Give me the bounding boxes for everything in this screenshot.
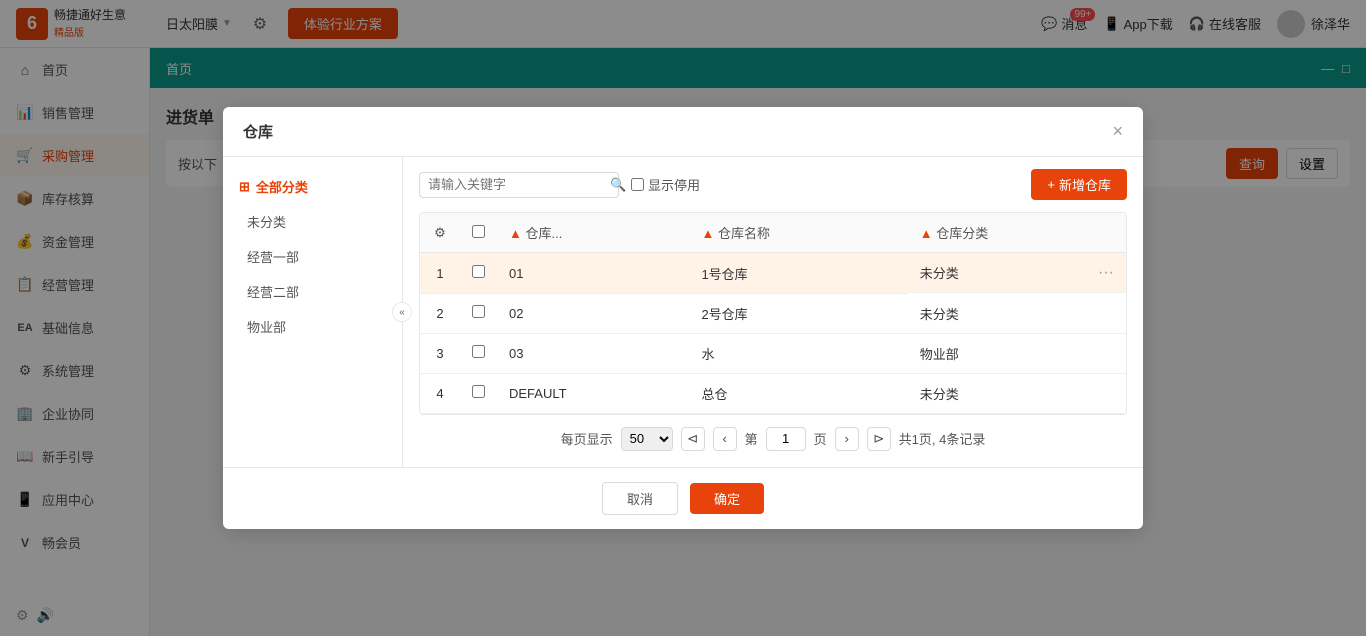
row-num: 3 bbox=[420, 333, 460, 373]
row-category: 未分类 bbox=[908, 373, 1126, 413]
right-toolbar: 🔍 显示停用 + 新增仓库 bbox=[419, 169, 1127, 200]
row-num: 2 bbox=[420, 293, 460, 333]
category-item-ops2[interactable]: 经营二部 bbox=[223, 274, 402, 309]
row-checkbox[interactable] bbox=[472, 385, 485, 398]
category-item-property[interactable]: 物业部 bbox=[223, 309, 402, 344]
all-categories-label: 全部分类 bbox=[256, 177, 308, 196]
page-unit: 页 bbox=[814, 429, 827, 448]
modal-close-button[interactable]: × bbox=[1112, 121, 1123, 142]
cancel-button[interactable]: 取消 bbox=[602, 482, 678, 515]
row-name: 2号仓库 bbox=[689, 293, 907, 333]
row-checkbox-cell bbox=[460, 253, 497, 294]
show-disabled-label[interactable]: 显示停用 bbox=[631, 175, 700, 194]
last-page-button[interactable]: ⊳ bbox=[867, 427, 891, 451]
row-name: 水 bbox=[689, 333, 907, 373]
category-item-unclassified[interactable]: 未分类 bbox=[223, 204, 402, 239]
checkbox-header bbox=[460, 213, 497, 253]
modal-header: 仓库 × bbox=[223, 107, 1143, 157]
row-checkbox[interactable] bbox=[472, 305, 485, 318]
row-name: 1号仓库 bbox=[689, 253, 907, 294]
row-checkbox[interactable] bbox=[472, 265, 485, 278]
search-input[interactable] bbox=[428, 177, 604, 192]
row-checkbox[interactable] bbox=[472, 345, 485, 358]
grid-icon: ⊞ bbox=[239, 179, 250, 195]
row-code: 01 bbox=[497, 253, 689, 294]
category-header: ▲ 仓库分类 bbox=[908, 213, 1126, 253]
warehouse-modal: 仓库 × ⊞ 全部分类 未分类 经营一部 经营二部 物业部 « bbox=[223, 107, 1143, 529]
row-code: DEFAULT bbox=[497, 373, 689, 413]
new-warehouse-button[interactable]: + 新增仓库 bbox=[1031, 169, 1127, 200]
category-panel: ⊞ 全部分类 未分类 经营一部 经营二部 物业部 « bbox=[223, 157, 403, 467]
confirm-button[interactable]: 确定 bbox=[690, 483, 764, 514]
all-categories-item[interactable]: ⊞ 全部分类 bbox=[223, 169, 402, 204]
row-code: 02 bbox=[497, 293, 689, 333]
first-page-button[interactable]: ⊲ bbox=[681, 427, 705, 451]
warehouse-list-panel: 🔍 显示停用 + 新增仓库 bbox=[403, 157, 1143, 467]
row-checkbox-cell bbox=[460, 293, 497, 333]
sort-icon: ▲ bbox=[509, 226, 522, 241]
warehouse-table: ⚙ ▲ 仓库... ▲ 仓库名称 ▲ 仓库分类 1 01 bbox=[419, 212, 1127, 415]
row-name: 总仓 bbox=[689, 373, 907, 413]
code-header: ▲ 仓库... bbox=[497, 213, 689, 253]
row-category: 物业部 bbox=[908, 333, 1126, 373]
plus-icon: + bbox=[1047, 177, 1055, 192]
row-num: 4 bbox=[420, 373, 460, 413]
select-all-checkbox[interactable] bbox=[472, 225, 485, 238]
page-input[interactable] bbox=[766, 427, 806, 451]
row-category: 未分类 bbox=[908, 293, 1126, 333]
show-disabled-checkbox[interactable] bbox=[631, 178, 644, 191]
table-row[interactable]: 4 DEFAULT 总仓 未分类 bbox=[420, 373, 1126, 413]
per-page-label: 每页显示 bbox=[561, 429, 613, 448]
row-checkbox-cell bbox=[460, 373, 497, 413]
total-label: 共1页, 4条记录 bbox=[899, 429, 986, 448]
modal-footer: 取消 确定 bbox=[223, 467, 1143, 529]
sort-icon-cat: ▲ bbox=[920, 226, 933, 241]
row-num: 1 bbox=[420, 253, 460, 294]
next-page-button[interactable]: › bbox=[835, 427, 859, 451]
sort-icon-name: ▲ bbox=[701, 226, 714, 241]
table-row[interactable]: 2 02 2号仓库 未分类 bbox=[420, 293, 1126, 333]
row-more-icon[interactable]: ··· bbox=[1098, 264, 1114, 282]
gear-icon: ⚙ bbox=[434, 225, 446, 240]
new-warehouse-label: 新增仓库 bbox=[1059, 175, 1111, 194]
modal-body: ⊞ 全部分类 未分类 经营一部 经营二部 物业部 « 🔍 bbox=[223, 157, 1143, 467]
search-icon[interactable]: 🔍 bbox=[610, 177, 626, 193]
gear-header: ⚙ bbox=[420, 213, 460, 253]
search-box: 🔍 bbox=[419, 172, 619, 198]
row-code: 03 bbox=[497, 333, 689, 373]
table-row[interactable]: 1 01 1号仓库 未分类 ··· bbox=[420, 253, 1126, 294]
page-label: 第 bbox=[745, 429, 758, 448]
show-disabled-text: 显示停用 bbox=[648, 175, 700, 194]
table-row[interactable]: 3 03 水 物业部 bbox=[420, 333, 1126, 373]
category-item-ops1[interactable]: 经营一部 bbox=[223, 239, 402, 274]
modal-title: 仓库 bbox=[243, 121, 273, 142]
per-page-select[interactable]: 50 100 200 bbox=[621, 427, 673, 451]
row-category: 未分类 ··· bbox=[908, 253, 1126, 293]
prev-page-button[interactable]: ‹ bbox=[713, 427, 737, 451]
pagination: 每页显示 50 100 200 ⊲ ‹ 第 页 › ⊳ 共1页, 4条记录 bbox=[419, 415, 1127, 455]
modal-overlay: 仓库 × ⊞ 全部分类 未分类 经营一部 经营二部 物业部 « bbox=[0, 0, 1366, 636]
row-checkbox-cell bbox=[460, 333, 497, 373]
name-header: ▲ 仓库名称 bbox=[689, 213, 907, 253]
table-header-row: ⚙ ▲ 仓库... ▲ 仓库名称 ▲ 仓库分类 bbox=[420, 213, 1126, 253]
collapse-button[interactable]: « bbox=[392, 302, 412, 322]
